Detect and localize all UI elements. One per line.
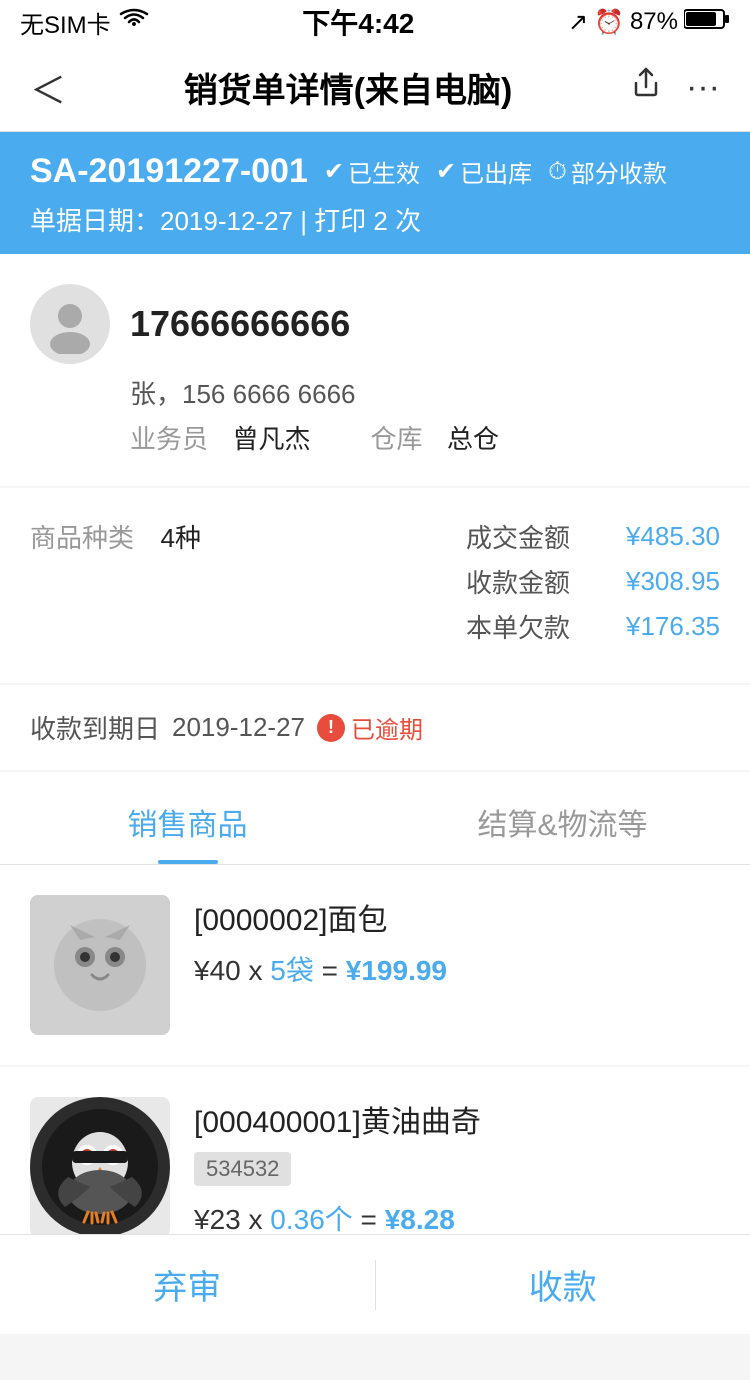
check-icon-2: ✔ xyxy=(436,157,456,186)
battery-icon xyxy=(684,8,730,37)
status-effective: ✔ 已生效 xyxy=(324,154,420,189)
equals-2: = xyxy=(353,1204,385,1235)
status-left: 无SIM卡 xyxy=(20,5,149,40)
share-icon[interactable] xyxy=(630,67,662,108)
order-header: SA-20191227-001 ✔ 已生效 ✔ 已出库 ⏱ 部分收款 单据日期：… xyxy=(0,132,750,254)
qty-highlight-1: 5袋 xyxy=(270,955,314,986)
status-time: 下午4:42 xyxy=(302,2,414,42)
product-price-2: ¥23 x 0.36个 = ¥8.28 xyxy=(194,1198,720,1238)
owl-logo xyxy=(30,1097,170,1237)
customer-section: 17666666666 张，156 6666 6666 业务员 曾凡杰 仓库 总… xyxy=(0,254,750,486)
due-date-section: 收款到期日 2019-12-27 ! 已逾期 xyxy=(0,685,750,770)
tabs-section: 销售商品 结算&物流等 xyxy=(0,772,750,865)
list-item: [0000002]面包 ¥40 x 5袋 = ¥199.99 xyxy=(0,865,750,1065)
price-base-1: ¥40 x xyxy=(194,955,270,986)
tab-products[interactable]: 销售商品 xyxy=(0,772,375,864)
stats-section: 商品种类 4种 成交金额 ¥485.30 收款金额 ¥308.95 本单欠款 ¥… xyxy=(0,488,750,683)
reject-button[interactable]: 弃审 xyxy=(0,1260,375,1309)
status-partial: ⏱ 部分收款 xyxy=(548,154,667,189)
received-row: 收款金额 ¥308.95 xyxy=(466,563,720,600)
debt-label: 本单欠款 xyxy=(466,608,570,645)
customer-name: 张，156 6666 6666 xyxy=(130,374,720,411)
total-1: ¥199.99 xyxy=(346,955,447,986)
product-list: [0000002]面包 ¥40 x 5袋 = ¥199.99 xyxy=(0,865,750,1268)
total-2: ¥8.28 xyxy=(385,1204,455,1235)
nav-actions: ··· xyxy=(630,67,720,108)
due-label: 收款到期日 xyxy=(30,709,160,746)
bottom-bar: 弃审 收款 xyxy=(0,1234,750,1334)
product-name-1: [0000002]面包 xyxy=(194,895,720,939)
product-image-2 xyxy=(30,1097,170,1237)
received-value: ¥308.95 xyxy=(590,566,720,597)
wifi-icon xyxy=(119,8,149,37)
overdue-icon: ! xyxy=(317,714,345,742)
check-icon-1: ✔ xyxy=(324,157,344,186)
received-label: 收款金额 xyxy=(466,563,570,600)
product-price-1: ¥40 x 5袋 = ¥199.99 xyxy=(194,949,720,989)
product-batch-2: 534532 xyxy=(194,1152,291,1186)
order-id: SA-20191227-001 xyxy=(30,152,308,191)
tab-settlement[interactable]: 结算&物流等 xyxy=(375,772,750,864)
price-base-2: ¥23 x xyxy=(194,1204,270,1235)
warehouse-label: 仓库 xyxy=(371,424,423,454)
battery-text: 87% xyxy=(630,8,678,36)
avatar xyxy=(30,284,110,364)
customer-meta: 业务员 曾凡杰 仓库 总仓 xyxy=(130,419,720,456)
qty-highlight-2: 0.36个 xyxy=(270,1204,353,1235)
type-value: 4种 xyxy=(160,523,200,553)
equals-1: = xyxy=(314,955,346,986)
status-bar: 无SIM卡 下午4:42 ↗ ⏰ 87% xyxy=(0,0,750,44)
overdue-text: 已逾期 xyxy=(351,710,423,745)
due-date: 2019-12-27 xyxy=(172,712,305,743)
status-right: ↗ ⏰ 87% xyxy=(568,8,730,37)
product-details-1: [0000002]面包 ¥40 x 5袋 = ¥199.99 xyxy=(194,895,720,989)
product-type: 商品种类 4种 xyxy=(30,518,201,555)
debt-row: 本单欠款 ¥176.35 xyxy=(466,608,720,645)
sim-status: 无SIM卡 xyxy=(20,5,111,40)
amount-row: 成交金额 ¥485.30 xyxy=(466,518,720,555)
status-delivered: ✔ 已出库 xyxy=(436,154,532,189)
product-image-1 xyxy=(30,895,170,1035)
overdue-badge: ! 已逾期 xyxy=(317,710,423,745)
customer-phone: 17666666666 xyxy=(130,303,350,345)
type-label: 商品种类 xyxy=(30,523,134,553)
collect-payment-button[interactable]: 收款 xyxy=(376,1260,750,1309)
alarm-icon: ⏰ xyxy=(594,8,624,37)
page-title: 销货单详情(来自电脑) xyxy=(184,63,513,112)
clock-icon: ⏱ xyxy=(548,158,567,186)
more-icon[interactable]: ··· xyxy=(686,68,720,107)
product-details-2: [000400001]黄油曲奇 534532 ¥23 x 0.36个 = ¥8.… xyxy=(194,1097,720,1238)
location-icon: ↗ xyxy=(568,8,588,37)
nav-bar: ＜ 销货单详情(来自电脑) ··· xyxy=(0,44,750,132)
debt-value: ¥176.35 xyxy=(590,611,720,642)
amount-value: ¥485.30 xyxy=(590,521,720,552)
amount-label: 成交金额 xyxy=(466,518,570,555)
back-button[interactable]: ＜ xyxy=(30,62,66,114)
product-name-2: [000400001]黄油曲奇 xyxy=(194,1097,720,1141)
warehouse-value: 总仓 xyxy=(447,424,499,454)
sales-value: 曾凡杰 xyxy=(232,424,310,454)
amount-stats: 成交金额 ¥485.30 收款金额 ¥308.95 本单欠款 ¥176.35 xyxy=(466,518,720,653)
sales-label: 业务员 xyxy=(130,424,208,454)
order-date: 单据日期：2019-12-27 | 打印 2 次 xyxy=(30,201,720,238)
